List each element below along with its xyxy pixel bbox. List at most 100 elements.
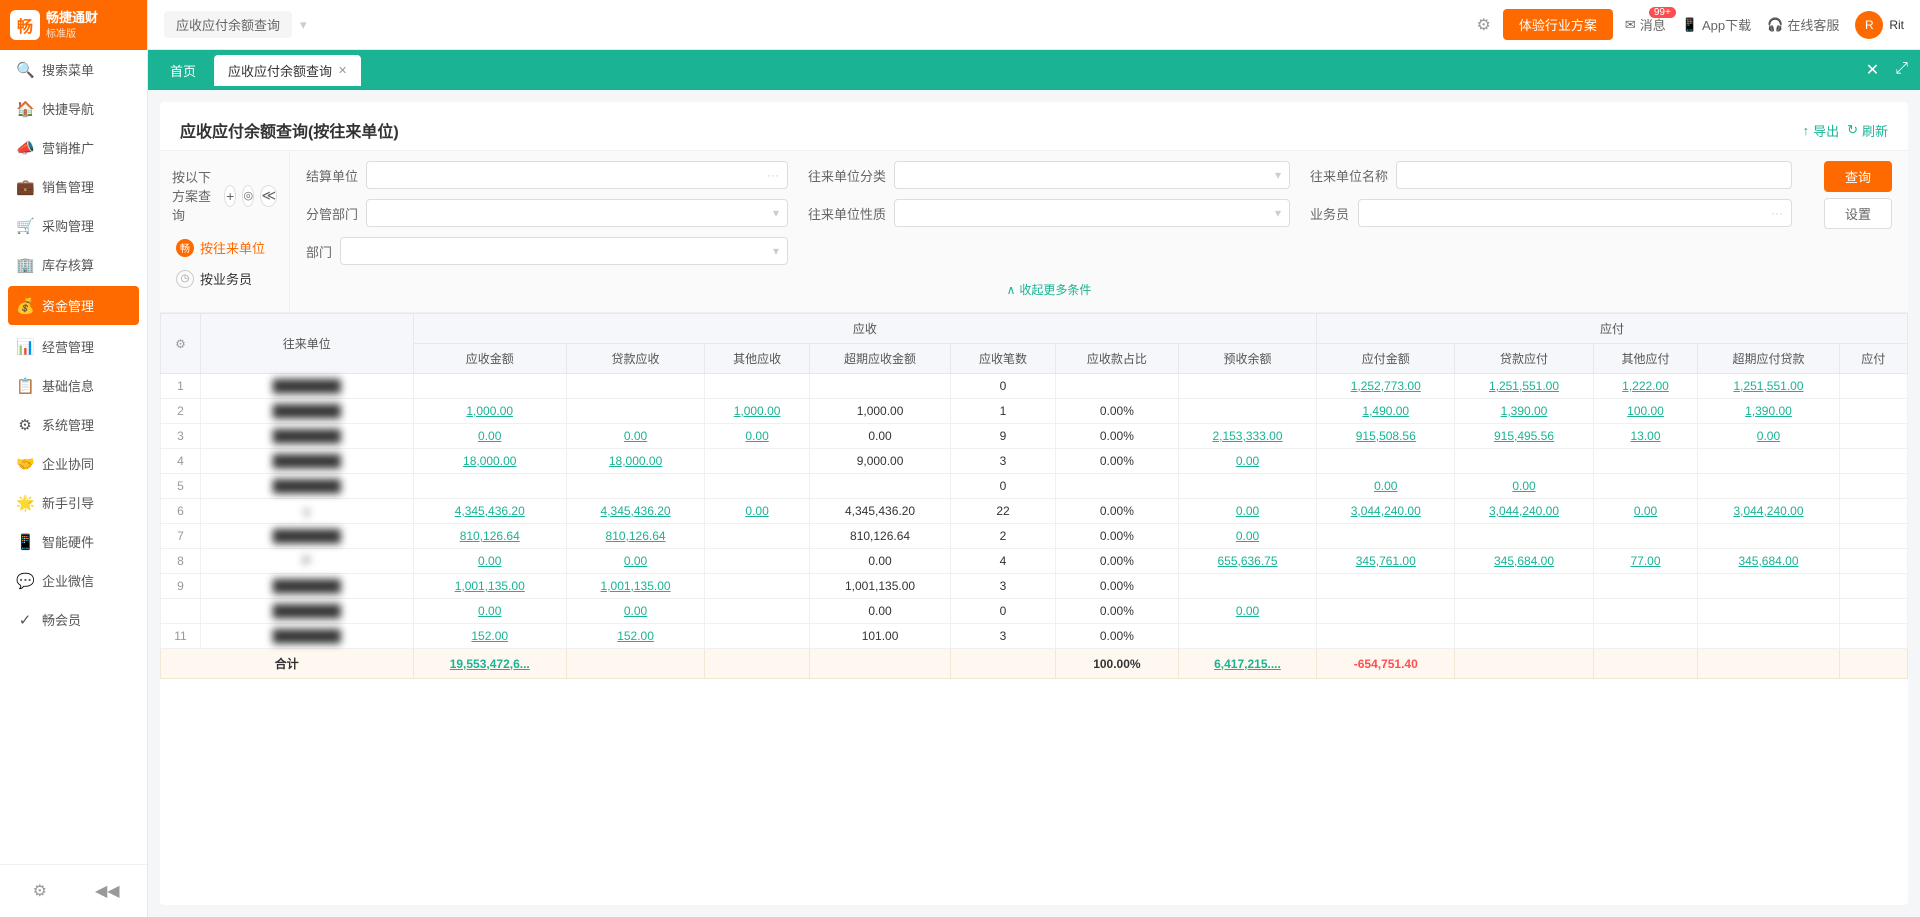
tab-home[interactable]: 首页 xyxy=(156,55,210,86)
query-button[interactable]: 查询 xyxy=(1824,161,1892,192)
sidebar-item-guide[interactable]: 🌟 新手引导 xyxy=(0,483,147,522)
settlement-unit-input[interactable]: ··· xyxy=(366,161,788,189)
row-pay-overdue[interactable]: 3,044,240.00 xyxy=(1698,499,1839,524)
row-pay-amount[interactable]: 345,761.00 xyxy=(1317,549,1455,574)
row-pay-amount[interactable] xyxy=(1317,449,1455,474)
sidebar-item-member[interactable]: ✓ 畅会员 xyxy=(0,600,147,639)
row-rec-amount[interactable]: 1,000.00 xyxy=(413,399,566,424)
row-rec-amount[interactable]: 4,345,436.20 xyxy=(413,499,566,524)
row-pay-loan[interactable]: 1,390.00 xyxy=(1455,399,1593,424)
row-rec-other[interactable] xyxy=(705,524,810,549)
row-rec-other[interactable] xyxy=(705,374,810,399)
row-rec-other[interactable] xyxy=(705,624,810,649)
footer-rec-advance[interactable]: 6,417,215.... xyxy=(1178,649,1316,679)
row-pay-overdue[interactable] xyxy=(1698,449,1839,474)
tab-query[interactable]: 应收应付余额查询 ✕ xyxy=(214,55,361,86)
row-pay-overdue[interactable] xyxy=(1698,599,1839,624)
row-rec-loan[interactable]: 152.00 xyxy=(566,624,704,649)
row-pay-loan[interactable]: 3,044,240.00 xyxy=(1455,499,1593,524)
row-rec-loan[interactable]: 0.00 xyxy=(566,549,704,574)
row-pay-other[interactable]: 100.00 xyxy=(1593,399,1698,424)
row-pay-amount[interactable]: 915,508.56 xyxy=(1317,424,1455,449)
settings-filter-button[interactable]: ◎ xyxy=(242,185,254,207)
tab-close-all-icon[interactable]: ✕ xyxy=(1862,56,1883,84)
row-rec-advance[interactable]: 0.00 xyxy=(1178,499,1316,524)
row-rec-loan[interactable]: 0.00 xyxy=(566,424,704,449)
row-rec-advance[interactable]: 2,153,333.00 xyxy=(1178,424,1316,449)
row-rec-amount[interactable]: 0.00 xyxy=(413,599,566,624)
sidebar-item-hardware[interactable]: 📱 智能硬件 xyxy=(0,522,147,561)
row-rec-loan[interactable] xyxy=(566,399,704,424)
row-pay-overdue[interactable]: 1,251,551.00 xyxy=(1698,374,1839,399)
row-rec-amount[interactable] xyxy=(413,474,566,499)
message-button[interactable]: ✉ 消息 99+ xyxy=(1625,15,1666,34)
row-pay-other[interactable]: 0.00 xyxy=(1593,499,1698,524)
row-pay-amount[interactable] xyxy=(1317,624,1455,649)
row-rec-other[interactable] xyxy=(705,549,810,574)
topbar-settings-icon[interactable]: ⚙ xyxy=(1477,15,1491,35)
row-rec-other[interactable]: 0.00 xyxy=(705,499,810,524)
row-pay-loan[interactable] xyxy=(1455,624,1593,649)
row-rec-amount[interactable]: 18,000.00 xyxy=(413,449,566,474)
sidebar-item-search[interactable]: 🔍 搜索菜单 xyxy=(0,50,147,89)
add-filter-button[interactable]: + xyxy=(224,185,236,207)
sidebar-item-purchase[interactable]: 🛒 采购管理 xyxy=(0,206,147,245)
sidebar-item-sales[interactable]: 💼 销售管理 xyxy=(0,167,147,206)
row-pay-amount[interactable] xyxy=(1317,524,1455,549)
row-pay-loan[interactable] xyxy=(1455,574,1593,599)
row-pay-loan[interactable]: 345,684.00 xyxy=(1455,549,1593,574)
salesperson-input[interactable]: ··· xyxy=(1358,199,1792,227)
row-pay-overdue[interactable]: 345,684.00 xyxy=(1698,549,1839,574)
sidebar-item-basic[interactable]: 📋 基础信息 xyxy=(0,366,147,405)
row-rec-loan[interactable] xyxy=(566,474,704,499)
row-pay-other[interactable]: 13.00 xyxy=(1593,424,1698,449)
row-pay-other[interactable] xyxy=(1593,474,1698,499)
row-pay-other[interactable] xyxy=(1593,449,1698,474)
row-rec-advance[interactable] xyxy=(1178,574,1316,599)
row-rec-loan[interactable]: 0.00 xyxy=(566,599,704,624)
row-pay-other[interactable] xyxy=(1593,624,1698,649)
row-rec-amount[interactable]: 1,001,135.00 xyxy=(413,574,566,599)
collapse-filter-button[interactable]: ≪ xyxy=(260,185,277,207)
row-rec-advance[interactable] xyxy=(1178,474,1316,499)
support-button[interactable]: 🎧 在线客服 xyxy=(1767,15,1839,34)
row-rec-other[interactable] xyxy=(705,574,810,599)
row-pay-overdue[interactable] xyxy=(1698,574,1839,599)
tab-close-icon[interactable]: ✕ xyxy=(338,64,347,77)
row-pay-overdue[interactable] xyxy=(1698,474,1839,499)
row-rec-amount[interactable]: 0.00 xyxy=(413,549,566,574)
row-rec-advance[interactable]: 0.00 xyxy=(1178,599,1316,624)
row-pay-other[interactable] xyxy=(1593,524,1698,549)
app-download-button[interactable]: 📱 App下载 xyxy=(1682,15,1751,34)
row-pay-amount[interactable]: 1,490.00 xyxy=(1317,399,1455,424)
row-rec-advance[interactable]: 0.00 xyxy=(1178,524,1316,549)
collapse-more-button[interactable]: ∧ 收起更多条件 xyxy=(995,277,1104,302)
sidebar-collapse-btn[interactable]: ◀◀ xyxy=(78,875,138,907)
branch-dept-input[interactable]: ▾ xyxy=(366,199,788,227)
sidebar-item-system[interactable]: ⚙ 系统管理 xyxy=(0,405,147,444)
row-rec-advance[interactable]: 655,636.75 xyxy=(1178,549,1316,574)
tab-expand-icon[interactable]: ⤢ xyxy=(1891,56,1912,84)
sidebar-item-marketing[interactable]: 📣 营销推广 xyxy=(0,128,147,167)
row-rec-loan[interactable]: 18,000.00 xyxy=(566,449,704,474)
sidebar-settings-btn[interactable]: ⚙ xyxy=(10,875,70,907)
row-pay-amount[interactable]: 1,252,773.00 xyxy=(1317,374,1455,399)
row-pay-loan[interactable] xyxy=(1455,449,1593,474)
row-rec-advance[interactable] xyxy=(1178,399,1316,424)
row-rec-advance[interactable] xyxy=(1178,374,1316,399)
footer-rec-amount[interactable]: 19,553,472,6... xyxy=(413,649,566,679)
row-pay-other[interactable] xyxy=(1593,574,1698,599)
row-pay-amount[interactable]: 0.00 xyxy=(1317,474,1455,499)
trial-button[interactable]: 体验行业方案 xyxy=(1503,9,1613,40)
row-rec-loan[interactable] xyxy=(566,374,704,399)
row-rec-amount[interactable]: 0.00 xyxy=(413,424,566,449)
row-pay-overdue[interactable] xyxy=(1698,524,1839,549)
row-pay-overdue[interactable]: 1,390.00 xyxy=(1698,399,1839,424)
export-button[interactable]: ↑ 导出 xyxy=(1803,121,1840,140)
settings-button[interactable]: 设置 xyxy=(1824,198,1892,229)
department-input[interactable]: ▾ xyxy=(340,237,788,265)
user-profile[interactable]: R Rit xyxy=(1855,11,1904,39)
row-rec-other[interactable] xyxy=(705,474,810,499)
row-rec-amount[interactable] xyxy=(413,374,566,399)
row-rec-advance[interactable] xyxy=(1178,624,1316,649)
